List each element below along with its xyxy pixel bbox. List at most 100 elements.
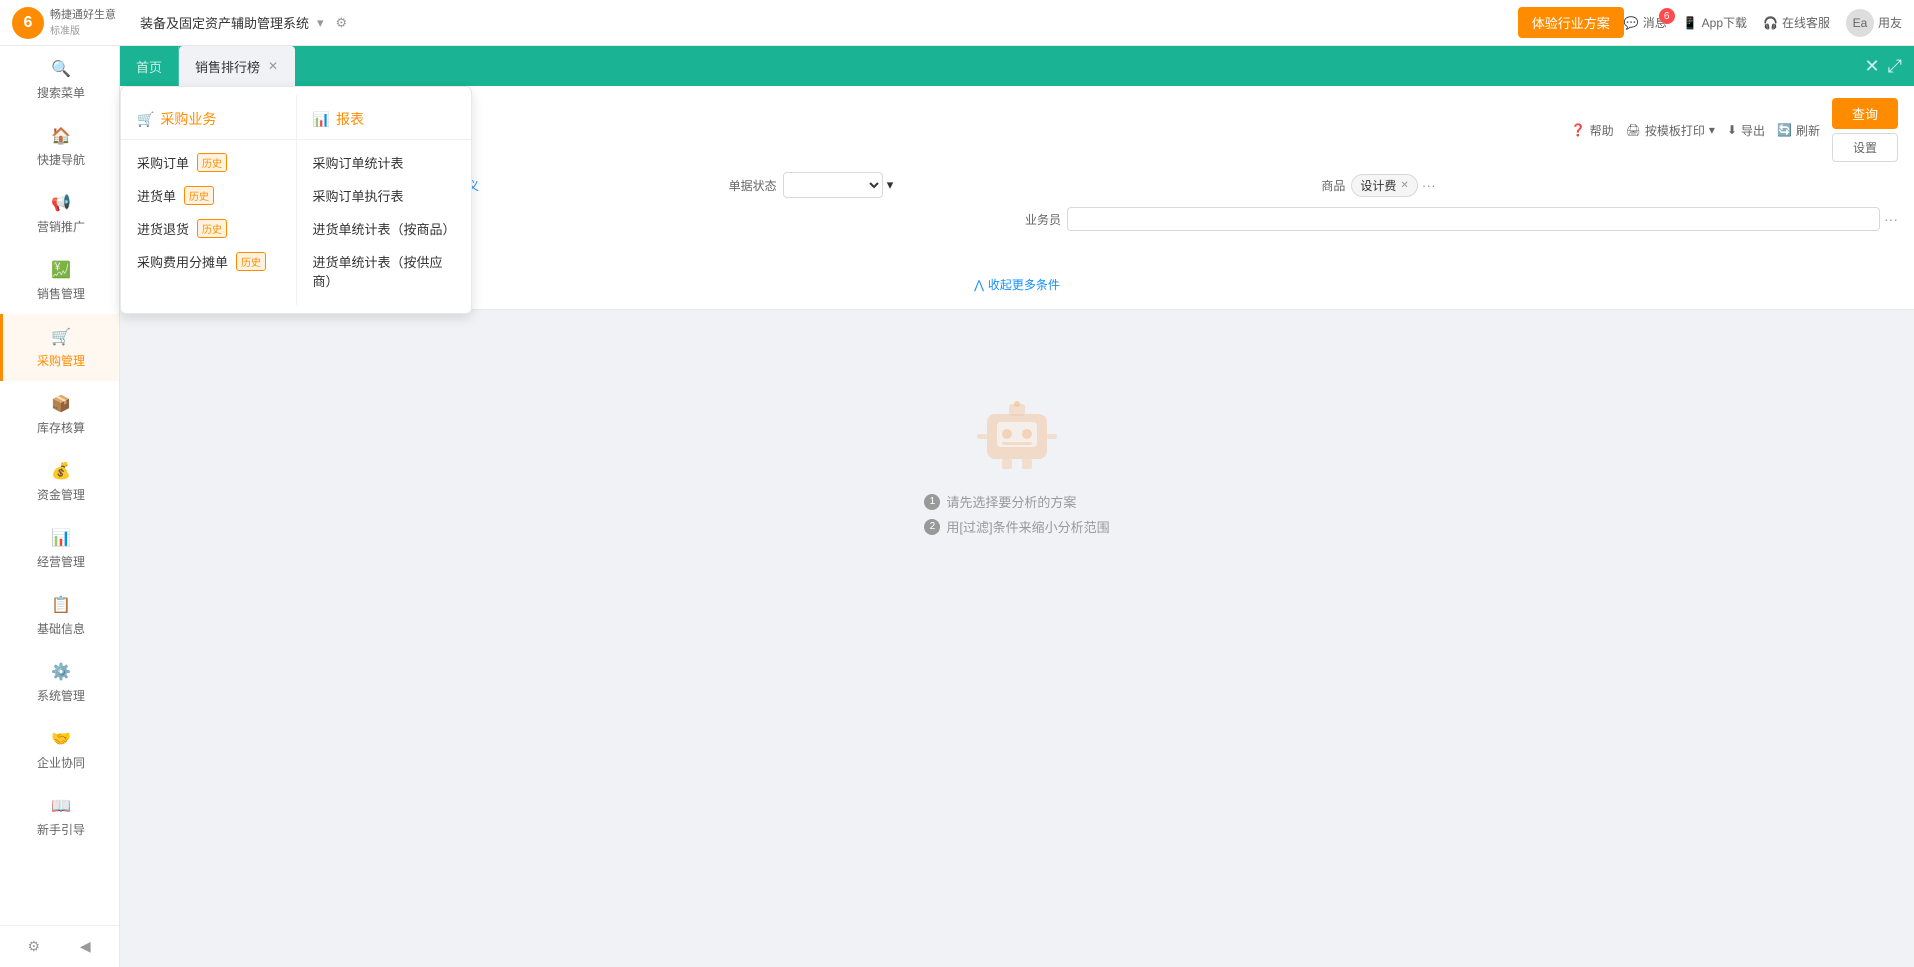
sales-icon: 💹 (50, 259, 72, 281)
sidebar-item-marketing[interactable]: 📢 营销推广 (0, 180, 119, 247)
tab-sales-rank[interactable]: 销售排行榜 ✕ (179, 46, 295, 86)
purchase-order-badge: 历史 (197, 153, 227, 172)
incoming-stats-goods-label: 进货单统计表（按商品） (313, 219, 456, 238)
status-chevron: ▾ (887, 177, 894, 193)
order-exec-label: 采购订单执行表 (313, 186, 404, 205)
sidebar-item-quicknav[interactable]: 🏠 快捷导航 (0, 113, 119, 180)
sidebar-settings-btn[interactable]: ⚙ (12, 938, 56, 955)
enterprise-icon: 🤝 (50, 728, 72, 750)
system-title-chevron[interactable]: ▾ (317, 15, 324, 31)
sidebar-bottom: ⚙ ◀ (0, 925, 119, 967)
salesperson-more-btn[interactable]: ··· (1884, 211, 1898, 227)
sidebar-item-search[interactable]: 🔍 搜索菜单 (0, 46, 119, 113)
status-label: 单据状态 (729, 177, 777, 194)
tab-home-label: 首页 (136, 57, 162, 76)
search-icon: 🔍 (50, 58, 72, 80)
empty-illustration (967, 384, 1067, 484)
sidebar-label-purchase: 采购管理 (37, 352, 85, 369)
sidebar-label-enterprise: 企业协同 (37, 754, 85, 771)
sidebar-item-sales[interactable]: 💹 销售管理 (0, 247, 119, 314)
operations-icon: 📊 (50, 527, 72, 549)
sidebar-item-operations[interactable]: 📊 经营管理 (0, 515, 119, 582)
sidebar-item-purchase[interactable]: 🛒 采购管理 (0, 314, 119, 381)
help-btn[interactable]: ❓ 帮助 (1571, 122, 1614, 139)
expense-badge: 历史 (236, 252, 266, 271)
return-label: 进货退货 (137, 219, 189, 238)
basic-icon: 📋 (50, 594, 72, 616)
avatar-initials: Ea (1853, 16, 1868, 30)
print-btn[interactable]: 🖨 按模板打印 ▾ (1626, 122, 1715, 139)
empty-text-block: 1 请先选择要分析的方案 2 用[过滤]条件来缩小分析范围 (924, 492, 1109, 536)
settings-icon[interactable]: ⚙ (336, 15, 348, 31)
print-chevron: ▾ (1709, 123, 1715, 137)
tab-home[interactable]: 首页 (120, 46, 179, 86)
sidebar-item-newbie[interactable]: 📖 新手引导 (0, 783, 119, 850)
sidebar: 🔍 搜索菜单 🏠 快捷导航 📢 营销推广 💹 销售管理 🛒 采购管理 📦 库存核… (0, 46, 120, 967)
finance-icon: 💰 (50, 460, 72, 482)
purchase-dropdown-menu: 🛒 采购业务 采购订单 历史 进货单 历史 进货退货 历史 采购费用分摊单 历史… (120, 86, 472, 314)
menu-item-expense[interactable]: 采购费用分摊单 历史 (121, 245, 296, 278)
avatar: Ea (1846, 9, 1874, 37)
report-col-title: 报表 (336, 109, 364, 129)
newbie-icon: 📖 (50, 795, 72, 817)
tab-close-all-btn[interactable]: ✕ (1865, 56, 1880, 77)
messages-btn[interactable]: 💬 消息 6 (1624, 14, 1667, 31)
menu-item-incoming-stats-goods[interactable]: 进货单统计表（按商品） (297, 212, 472, 245)
sidebar-item-basic[interactable]: 📋 基础信息 (0, 582, 119, 649)
tab-expand-btn[interactable]: ⤢ (1888, 56, 1902, 77)
sidebar-label-inventory: 库存核算 (37, 419, 85, 436)
empty-text-1: 请先选择要分析的方案 (946, 492, 1076, 511)
messages-badge: 6 (1659, 8, 1675, 24)
refresh-label: 刷新 (1796, 122, 1820, 139)
industry-button[interactable]: 体验行业方案 (1518, 7, 1624, 38)
logo-icon: 6 (12, 7, 44, 39)
print-label: 按模板打印 (1645, 122, 1705, 139)
help-icon: ❓ (1571, 123, 1586, 137)
export-btn[interactable]: ⬇ 导出 (1727, 122, 1765, 139)
help-label: 帮助 (1590, 122, 1614, 139)
sidebar-label-finance: 资金管理 (37, 486, 85, 503)
empty-num1: 1 (924, 494, 940, 510)
empty-line1: 1 请先选择要分析的方案 (924, 492, 1109, 511)
sidebar-item-enterprise[interactable]: 🤝 企业协同 (0, 716, 119, 783)
incoming-badge: 历史 (184, 186, 214, 205)
filter-status-group: 单据状态 ▾ (729, 172, 1306, 198)
logo-sub-text: 标准版 (50, 22, 116, 37)
refresh-btn[interactable]: 🔄 刷新 (1777, 122, 1820, 139)
sidebar-item-system[interactable]: ⚙️ 系统管理 (0, 649, 119, 716)
menu-item-order-exec[interactable]: 采购订单执行表 (297, 179, 472, 212)
sidebar-collapse-btn[interactable]: ◀ (64, 938, 108, 955)
tag-remove-icon[interactable]: ✕ (1400, 180, 1408, 191)
menu-item-incoming[interactable]: 进货单 历史 (121, 179, 296, 212)
sidebar-item-inventory[interactable]: 📦 库存核算 (0, 381, 119, 448)
salesperson-input[interactable] (1067, 207, 1880, 231)
online-service-btn[interactable]: 🎧 在线客服 (1763, 14, 1830, 31)
sidebar-item-finance[interactable]: 💰 资金管理 (0, 448, 119, 515)
logo-text-block: 畅捷通好生意 标准版 (50, 8, 116, 37)
user-avatar-btn[interactable]: Ea 用友 (1846, 9, 1902, 37)
sidebar-label-operations: 经营管理 (37, 553, 85, 570)
print-icon: 🖨 (1626, 123, 1641, 137)
purchase-order-label: 采购订单 (137, 153, 189, 172)
menu-item-return[interactable]: 进货退货 历史 (121, 212, 296, 245)
menu-item-incoming-stats-supplier[interactable]: 进货单统计表（按供应商） (297, 245, 472, 297)
query-button[interactable]: 查询 (1832, 98, 1898, 129)
incoming-label: 进货单 (137, 186, 176, 205)
menu-item-order-stats[interactable]: 采购订单统计表 (297, 146, 472, 179)
settings-button[interactable]: 设置 (1832, 133, 1898, 162)
online-service-label: 在线客服 (1782, 14, 1830, 31)
goods-tag-shejifei: 设计费 ✕ (1351, 174, 1417, 197)
menu-item-purchase-order[interactable]: 采购订单 历史 (121, 146, 296, 179)
top-right-icons: 💬 消息 6 📱 App下载 🎧 在线客服 Ea 用友 (1624, 9, 1902, 37)
goods-label: 商品 (1321, 177, 1345, 194)
app-download-btn[interactable]: 📱 App下载 (1683, 14, 1747, 31)
status-select[interactable] (783, 172, 883, 198)
incoming-stats-supplier-label: 进货单统计表（按供应商） (313, 252, 456, 290)
tab-close-icon[interactable]: ✕ (268, 59, 278, 73)
purchase-icon: 🛒 (50, 326, 72, 348)
goods-more-btn[interactable]: ··· (1422, 177, 1436, 193)
top-bar: 6 畅捷通好生意 标准版 装备及固定资产辅助管理系统 ▾ ⚙ 体验行业方案 💬 … (0, 0, 1914, 46)
user-label: 用友 (1878, 14, 1902, 31)
filter-salesperson-group: 业务员 ··· (1025, 207, 1898, 231)
dropdown-col-report: 📊 报表 采购订单统计表 采购订单执行表 进货单统计表（按商品） 进货单统计表（… (297, 95, 472, 305)
